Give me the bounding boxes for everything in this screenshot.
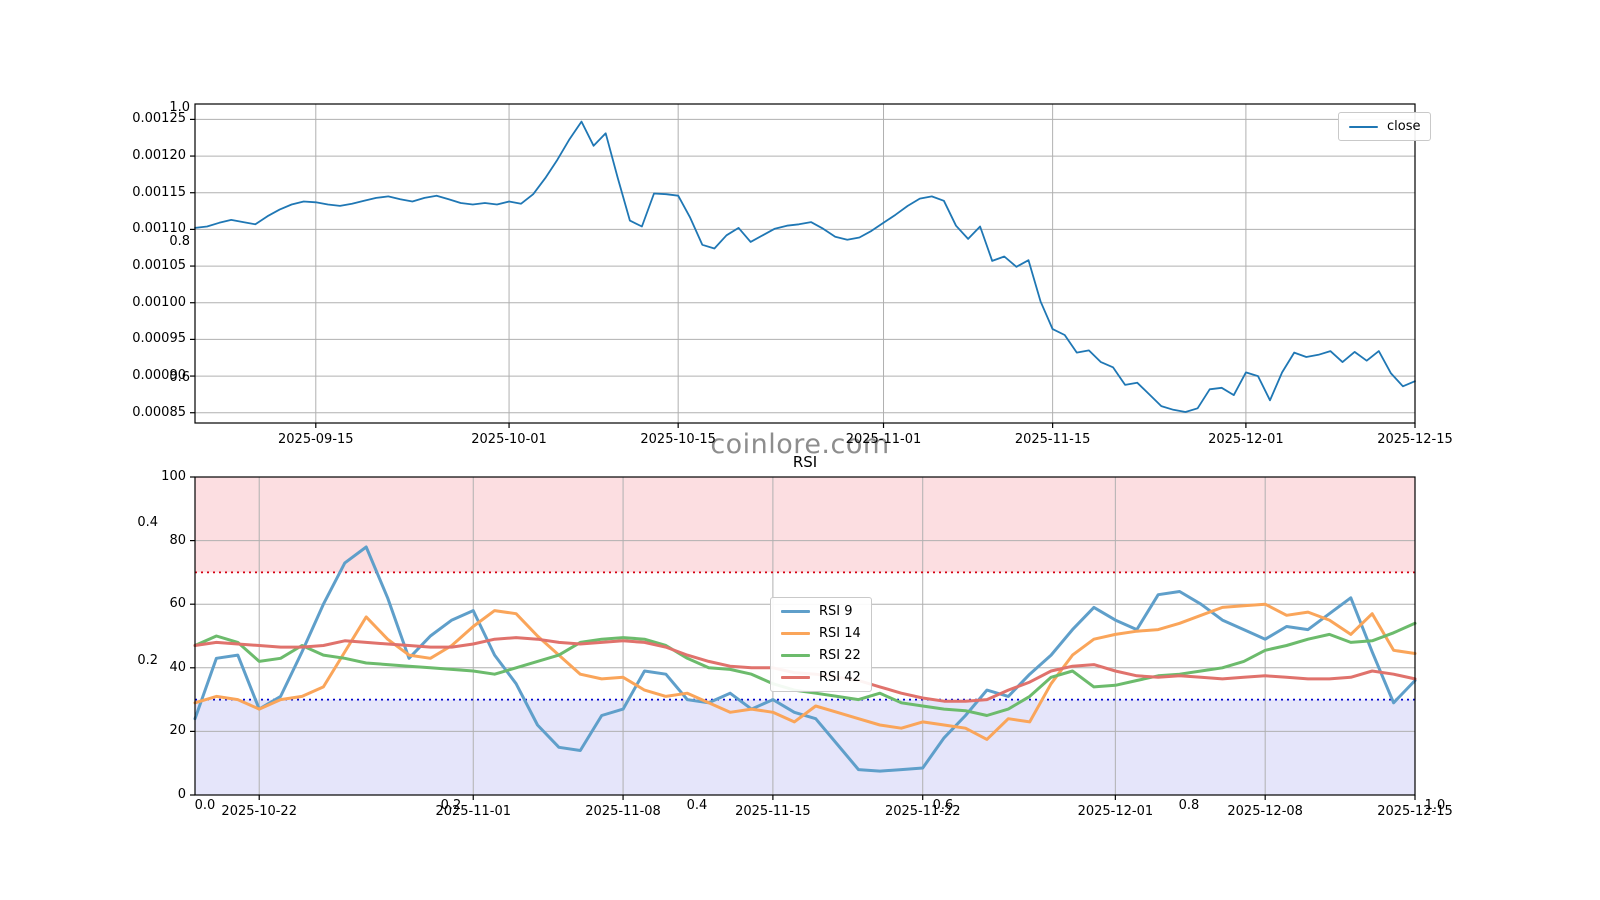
rsi-ytick-20: 20 [169,723,186,739]
figure: coinlore.com 0.00085 0.00090 0.00095 0.0010… [0,0,1600,900]
legend-label: RSI 14 [819,626,861,641]
legend-label: RSI 42 [819,670,861,685]
rsi-legend-item: RSI 42 [781,670,861,685]
rsi-legend: RSI 9 RSI 14 RSI 22 RSI 42 [770,597,872,692]
rsi-14-legend-sample [781,632,810,635]
rsi-ytick-80: 80 [169,532,186,548]
price-ytick-0.00095: 0.00095 [132,331,186,347]
rsi-9-legend-sample [781,610,810,613]
rsi-xtick-2025-12-01: 2025-12-01 [1077,804,1154,819]
rsi-xtick-2025-12-08: 2025-12-08 [1227,804,1303,819]
overlay-axis-label-0.8: 0.8 [169,234,190,249]
overlay-axis-label-0.6: 0.6 [932,798,954,813]
legend-label: close [1387,119,1421,134]
price-xtick-2025-11-15: 2025-11-15 [1014,432,1091,447]
rsi-legend-item: RSI 22 [781,648,861,663]
rsi-title: RSI [792,453,818,471]
overlay-axis-label-0.2: 0.2 [137,653,158,668]
rsi-xtick-2025-11-15: 2025-11-15 [735,804,811,819]
rsi-ytick-60: 60 [169,596,186,612]
price-xtick-2025-11-01: 2025-11-01 [845,432,922,447]
overlay-axis-label-0.4: 0.4 [686,798,708,813]
rsi-legend-item: RSI 14 [781,626,861,641]
rsi-22-legend-sample [781,654,810,657]
price-xtick-2025-12-01: 2025-12-01 [1208,432,1284,447]
legend-label: RSI 22 [819,648,861,663]
overlay-axis-label-1.0: 1.0 [1424,798,1446,813]
rsi-ytick-0: 0 [177,787,186,802]
rsi-xtick-2025-11-08: 2025-11-08 [585,804,661,819]
overlay-axis-label-0.2: 0.2 [440,798,462,813]
price-ytick-0.00085: 0.00085 [132,404,186,420]
overlay-axis-label-0.4: 0.4 [137,515,158,530]
price-ytick-0.00120: 0.00120 [132,148,186,164]
price-series-close [194,120,1416,413]
rsi-legend-item: RSI 9 [781,604,861,619]
legend-label: RSI 9 [819,604,853,619]
overlay-axis-label-0.6: 0.6 [169,370,190,385]
rsi-band [195,477,1415,573]
overlay-axis-label-0.0: 0.0 [194,798,216,813]
price-legend-item: close [1349,119,1420,134]
overlay-axis-label-0.8: 0.8 [1178,798,1200,813]
price-legend: close [1338,112,1432,141]
price-xtick-2025-10-01: 2025-10-01 [471,432,547,447]
close-legend-sample [1349,125,1378,128]
price-ytick-0.00105: 0.00105 [132,258,186,274]
price-xtick-2025-10-15: 2025-10-15 [640,432,716,447]
price-ytick-0.00100: 0.00100 [132,294,186,310]
overlay-axis-label-1.0: 1.0 [169,100,190,115]
price-xtick-2025-12-15: 2025-12-15 [1377,432,1453,447]
rsi-ytick-100: 100 [161,469,186,484]
rsi-42-legend-sample [781,676,810,679]
price-ytick-0.00115: 0.00115 [132,184,186,200]
price-xtick-2025-09-15: 2025-09-15 [278,432,354,447]
